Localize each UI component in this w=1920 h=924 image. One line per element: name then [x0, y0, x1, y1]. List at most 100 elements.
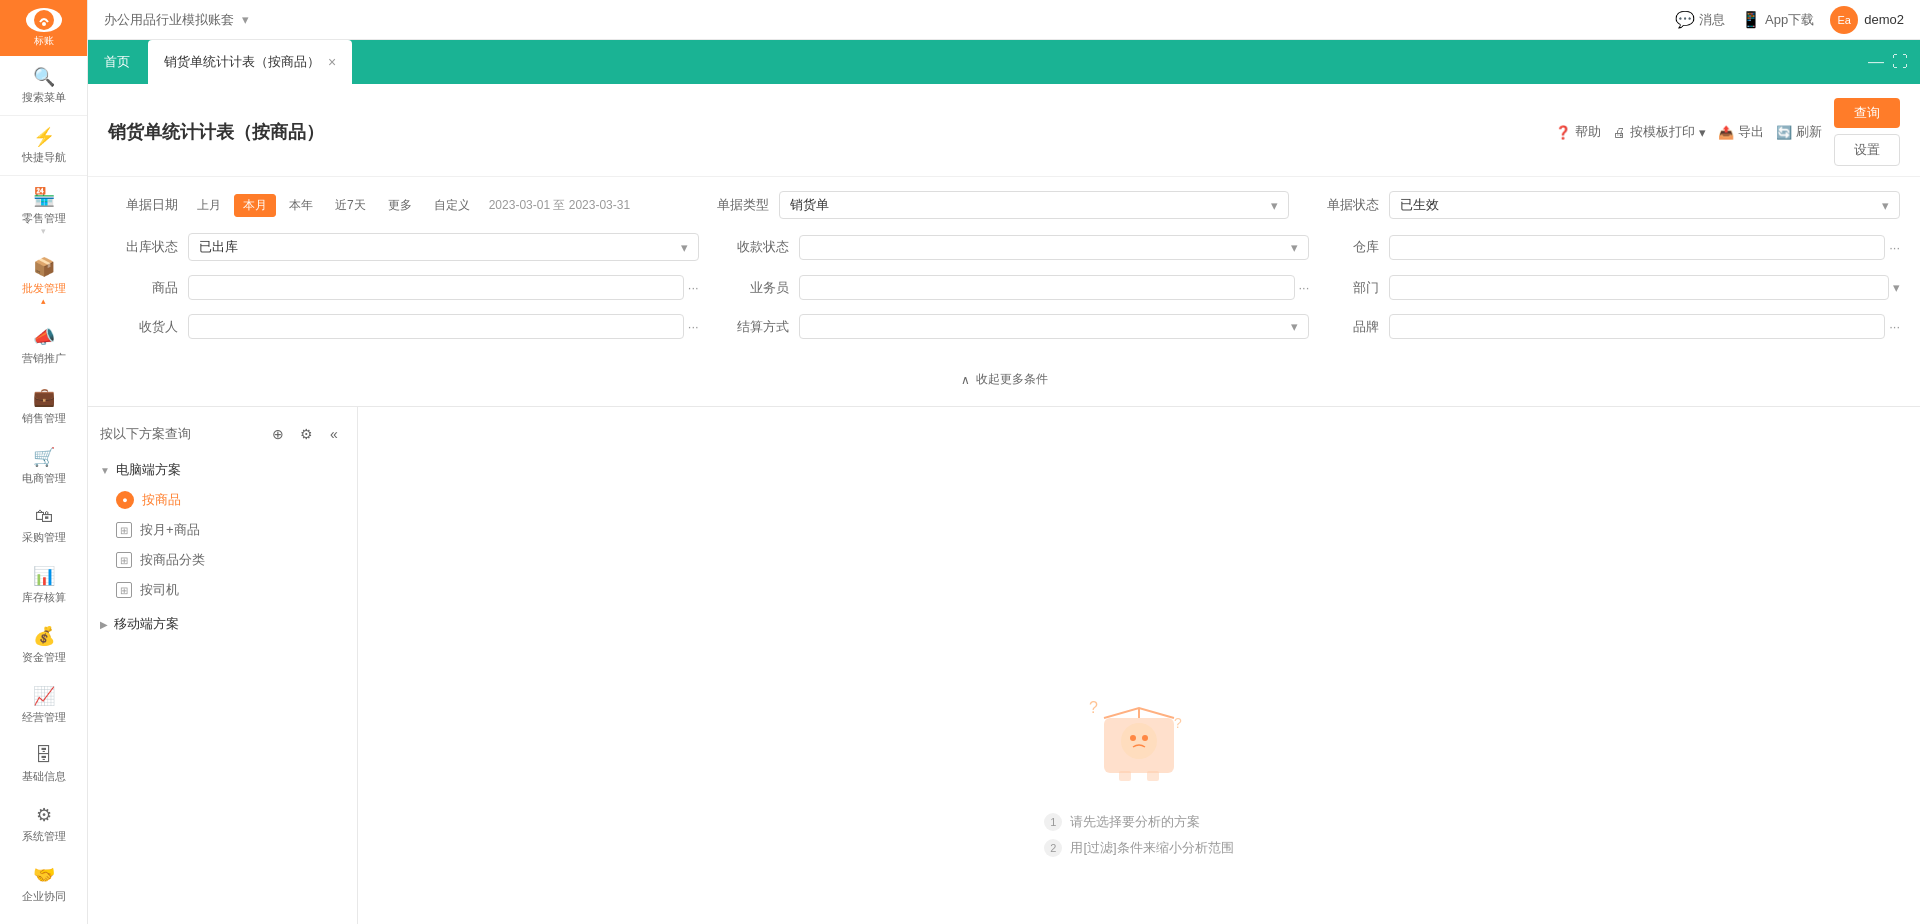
tab-maximize-icon[interactable]: ⛶: [1892, 53, 1908, 71]
by-category-icon: ⊞: [116, 552, 132, 568]
date-tab-thismonth[interactable]: 本月: [234, 194, 276, 217]
scheme-item-by-category[interactable]: ⊞ 按商品分类: [88, 545, 357, 575]
scheme-item-by-product[interactable]: ● 按商品: [88, 485, 357, 515]
sidebar-item-ecommerce[interactable]: 🛒 电商管理: [0, 436, 87, 496]
product-input[interactable]: [188, 275, 684, 300]
ecommerce-label: 电商管理: [22, 471, 66, 486]
date-filter-label: 单据日期: [108, 196, 188, 214]
user-menu[interactable]: Ea demo2: [1830, 6, 1904, 34]
filter-date-row: 单据日期 上月 本月 本年 近7天 更多 自定义 2023-03-01 至 20…: [108, 191, 1900, 219]
app-download-icon: 📱: [1741, 10, 1761, 29]
panel-settings-button[interactable]: ⚙: [295, 423, 317, 445]
query-button[interactable]: 查询: [1834, 98, 1900, 128]
sidebar-quicknav-item[interactable]: ⚡ 快捷导航: [0, 116, 87, 176]
scheme-group-mobile-title[interactable]: ▶ 移动端方案: [88, 609, 357, 639]
settings-button[interactable]: 设置: [1834, 134, 1900, 166]
tab-minimize-icon[interactable]: —: [1868, 53, 1884, 71]
by-product-label: 按商品: [142, 491, 181, 509]
sales-icon: 💼: [33, 386, 55, 408]
help-button[interactable]: ❓ 帮助: [1555, 123, 1601, 141]
marketing-label: 营销推广: [22, 351, 66, 366]
svg-rect-9: [1147, 771, 1159, 781]
sidebar-item-wholesale[interactable]: 📦 批发管理 ▴: [0, 246, 87, 316]
filter-receiver-row: 收货人 ··· 结算方式 ▾ 品牌 ··: [108, 314, 1900, 339]
purchase-label: 采购管理: [22, 530, 66, 545]
empty-state: ? ? 1 请先选择要分析的方案: [358, 407, 1920, 924]
operations-icon: 📈: [33, 685, 55, 707]
add-icon: ⊕: [272, 426, 284, 442]
payment-status-chevron: ▾: [1291, 240, 1298, 255]
export-button[interactable]: 📤 导出: [1718, 123, 1764, 141]
payment-method-select[interactable]: ▾: [799, 314, 1310, 339]
product-dots[interactable]: ···: [688, 280, 699, 295]
help-label: 帮助: [1575, 123, 1601, 141]
logo-area: 标账: [0, 0, 87, 56]
sidebar-item-marketing[interactable]: 📣 营销推广: [0, 316, 87, 376]
by-category-label: 按商品分类: [140, 551, 205, 569]
doc-status-select[interactable]: 已生效 ▾: [1389, 191, 1900, 219]
sidebar-item-purchase[interactable]: 🛍 采购管理: [0, 496, 87, 555]
tab-home[interactable]: 首页: [88, 40, 146, 84]
receiver-dots[interactable]: ···: [688, 319, 699, 334]
tab-close-icon[interactable]: ×: [328, 54, 336, 70]
sidebar-search-item[interactable]: 🔍 搜索菜单: [0, 56, 87, 116]
collapse-button[interactable]: ∧ 收起更多条件: [951, 361, 1058, 398]
doc-type-select[interactable]: 销货单 ▾: [779, 191, 1290, 219]
date-tab-7days[interactable]: 近7天: [326, 194, 375, 217]
salesperson-input[interactable]: [799, 275, 1295, 300]
receiver-input[interactable]: [188, 314, 684, 339]
marketing-icon: 📣: [33, 326, 55, 348]
sidebar-item-operations[interactable]: 📈 经营管理: [0, 675, 87, 735]
warehouse-input[interactable]: [1389, 235, 1885, 260]
scheme-item-by-month-product[interactable]: ⊞ 按月+商品: [88, 515, 357, 545]
date-tab-more[interactable]: 更多: [379, 194, 421, 217]
date-tab-custom[interactable]: 自定义: [425, 194, 479, 217]
sidebar-item-system[interactable]: ⚙ 系统管理: [0, 794, 87, 854]
scheme-group-desktop: ▼ 电脑端方案 ● 按商品 ⊞ 按月+商品 ⊞: [88, 455, 357, 605]
industry-dropdown-icon[interactable]: ▾: [242, 12, 249, 27]
template-print-button[interactable]: 🖨 按模板打印 ▾: [1613, 123, 1706, 141]
query-settings-group: 查询 设置: [1834, 98, 1900, 166]
refresh-button[interactable]: 🔄 刷新: [1776, 123, 1822, 141]
warehouse-dots[interactable]: ···: [1889, 240, 1900, 255]
sidebar-item-basic[interactable]: 🗄 基础信息: [0, 735, 87, 794]
brand-dots[interactable]: ···: [1889, 319, 1900, 334]
scheme-group-desktop-title[interactable]: ▼ 电脑端方案: [88, 455, 357, 485]
salesperson-dots[interactable]: ···: [1299, 280, 1310, 295]
product-control: ···: [188, 275, 699, 300]
panel-collapse-button[interactable]: «: [323, 423, 345, 445]
department-input[interactable]: [1389, 275, 1889, 300]
warehouse-status-label: 出库状态: [108, 238, 188, 256]
tab-sales-stat[interactable]: 销货单统计计表（按商品） ×: [148, 40, 352, 84]
panel-header: 按以下方案查询 ⊕ ⚙ «: [88, 417, 357, 451]
sidebar-item-guide[interactable]: 🆕 新手引导: [0, 914, 87, 924]
department-control: ▾: [1389, 275, 1900, 300]
refresh-label: 刷新: [1796, 123, 1822, 141]
tab-bar-right: — ⛶: [1868, 53, 1920, 71]
search-menu-label: 搜索菜单: [0, 90, 87, 105]
inventory-icon: 📊: [33, 565, 55, 587]
warehouse-control: ···: [1389, 235, 1900, 260]
sidebar-item-finance[interactable]: 💰 资金管理: [0, 615, 87, 675]
payment-status-select[interactable]: ▾: [799, 235, 1310, 260]
sidebar-item-enterprise[interactable]: 🤝 企业协同: [0, 854, 87, 914]
message-action[interactable]: 💬 消息: [1675, 10, 1725, 29]
brand-control: ···: [1389, 314, 1900, 339]
left-panel: 按以下方案查询 ⊕ ⚙ «: [88, 407, 358, 924]
panel-add-button[interactable]: ⊕: [267, 423, 289, 445]
doc-type-value: 销货单: [790, 196, 829, 214]
brand-input[interactable]: [1389, 314, 1885, 339]
warehouse-status-select[interactable]: 已出库 ▾: [188, 233, 699, 261]
tab-home-label: 首页: [104, 53, 130, 71]
date-tab-thisyear[interactable]: 本年: [280, 194, 322, 217]
date-tab-lastmonth[interactable]: 上月: [188, 194, 230, 217]
receiver-control: ···: [188, 314, 699, 339]
panel-actions: ⊕ ⚙ «: [267, 423, 345, 445]
sidebar-item-inventory[interactable]: 📊 库存核算: [0, 555, 87, 615]
scheme-group-mobile: ▶ 移动端方案: [88, 609, 357, 639]
brand-label: 品牌: [1329, 318, 1389, 336]
scheme-item-by-driver[interactable]: ⊞ 按司机: [88, 575, 357, 605]
app-download-action[interactable]: 📱 App下载: [1741, 10, 1814, 29]
sidebar-item-retail[interactable]: 🏪 零售管理 ▾: [0, 176, 87, 246]
sidebar-item-sales[interactable]: 💼 销售管理: [0, 376, 87, 436]
